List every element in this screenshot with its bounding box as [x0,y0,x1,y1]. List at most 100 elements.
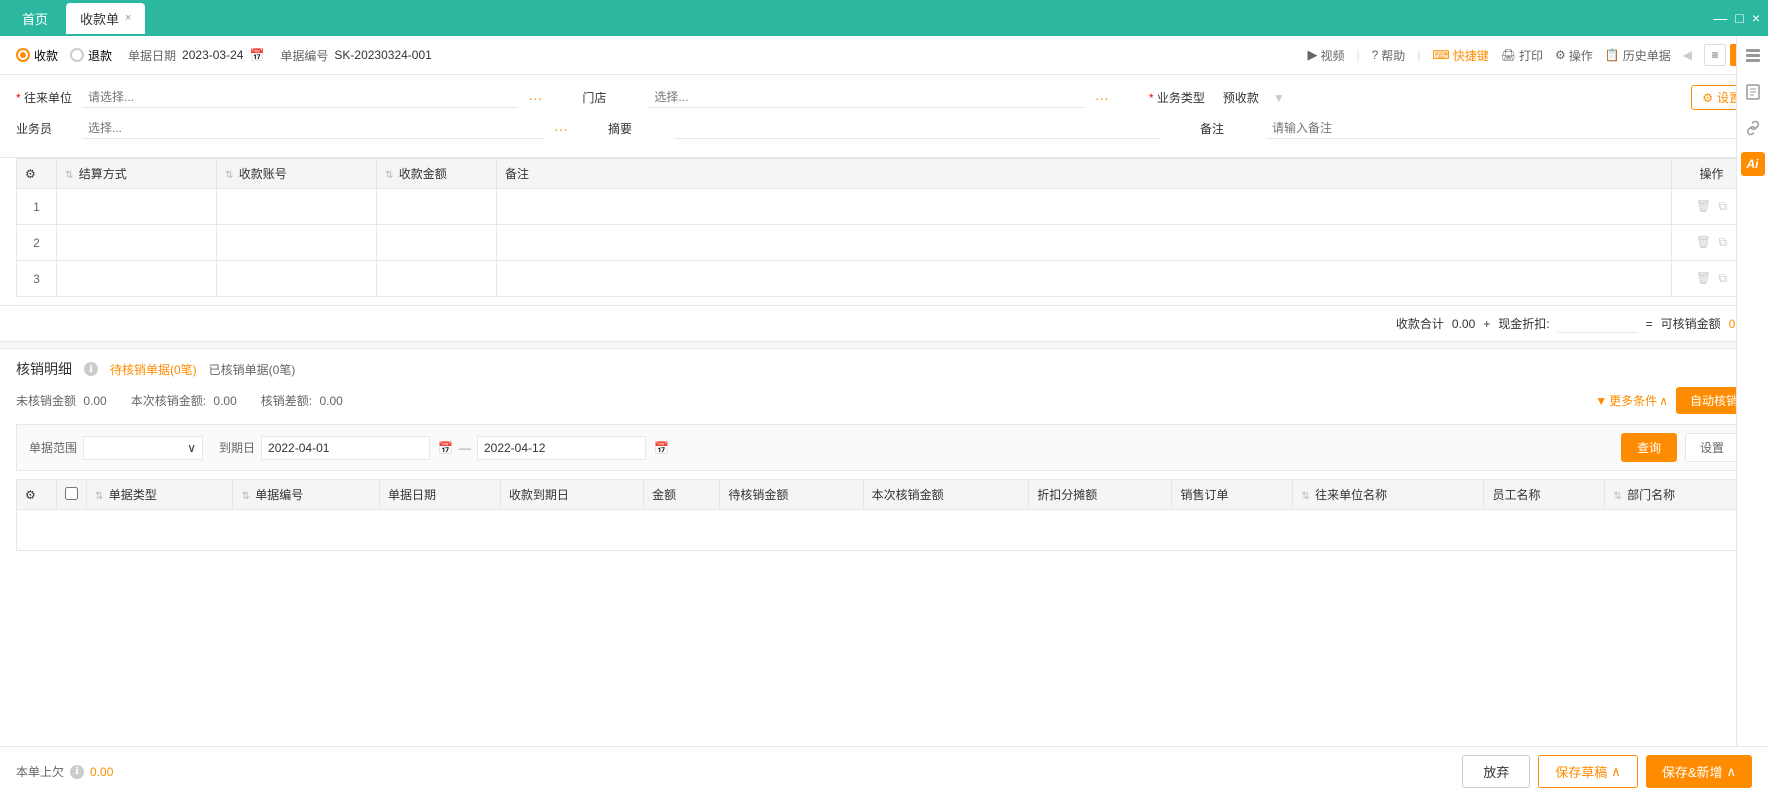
tab-active[interactable]: 收款单 × [66,3,145,34]
save-new-label: 保存&新增 [1662,762,1723,781]
minimize-btn[interactable]: — [1713,10,1727,26]
bth-partner-label: 往来单位名称 [1315,488,1387,502]
tab-home[interactable]: 首页 [8,3,62,34]
history-btn[interactable]: 📋 历史单据 [1605,47,1671,64]
cal-to-icon[interactable]: 📅 [654,441,669,455]
bottom-gear-icon[interactable]: ⚙ [25,488,36,502]
section-divider [0,341,1768,349]
bottom-table-empty-row [17,510,1752,551]
reconcile-title: 核销明细 [16,359,72,379]
staff-field: 业务员 ··· [16,118,568,139]
calendar-icon[interactable]: 📅 [249,48,264,62]
partner-more-icon[interactable]: ··· [528,90,542,106]
row-2-remark[interactable] [497,225,1672,261]
remark-input[interactable] [1266,118,1752,139]
row-3-settle[interactable] [57,261,217,297]
th-action-label: 操作 [1699,167,1723,181]
bth-current: 本次核销金额 [863,480,1029,510]
row-2-amount[interactable] [377,225,497,261]
row-3-remark[interactable] [497,261,1672,297]
query-button[interactable]: 查询 [1621,433,1677,462]
restore-btn[interactable]: □ [1735,10,1743,26]
store-input[interactable] [648,87,1084,108]
form-row-2: 业务员 ··· 摘要 备注 [16,118,1752,139]
nav-prev-icon[interactable]: ◀ [1683,48,1692,62]
shortcut-btn[interactable]: ⌨ 快捷键 [1432,47,1488,64]
date-value: 2023-03-24 [182,48,243,62]
partner-field: 往来单位 ··· [16,87,542,108]
equals-sign: = [1646,317,1653,331]
diff-stat: 核销差额: 0.00 [261,392,347,409]
row-2-delete-icon[interactable]: 🗑 [1696,235,1711,249]
row-2-settle[interactable] [57,225,217,261]
history-icon: 📋 [1605,48,1620,62]
store-more-icon[interactable]: ··· [1095,90,1109,106]
radio-collect[interactable]: 收款 [16,47,58,64]
more-conditions-btn[interactable]: ▼ 更多条件 ∧ [1595,392,1668,409]
business-type-field: 业务类型 预收款 ▼ [1149,89,1675,106]
bth-number-label: 单据编号 [255,488,303,502]
staff-more-icon[interactable]: ··· [554,121,568,137]
th-remark-label: 备注 [505,167,529,181]
tab-bar-left: 首页 收款单 × [8,3,145,34]
help-btn[interactable]: ? 帮助 [1372,47,1406,64]
summary-input[interactable] [674,118,1160,139]
row-2-account[interactable] [217,225,377,261]
sidebar-icon-ai[interactable]: Ai [1741,152,1765,176]
row-2-copy-icon[interactable]: ⧉ [1719,235,1728,249]
business-type-dropdown-icon[interactable]: ▼ [1273,91,1285,105]
save-new-button[interactable]: 保存&新增 ∧ [1646,755,1752,788]
partner-input[interactable] [82,87,518,108]
row-3-delete-icon[interactable]: 🗑 [1696,271,1711,285]
draft-button[interactable]: 保存草稿 ∧ [1538,755,1638,788]
main-content: 收款 退款 单据日期 2023-03-24 📅 单据编号 SK-20230324… [0,36,1768,796]
due-date-from-input[interactable] [261,436,430,460]
radio-collect-label: 收款 [34,47,58,64]
row-1-settle[interactable] [57,189,217,225]
data-table: ⚙ ⇅ 结算方式 ⇅ 收款账号 ⇅ 收款金额 备注 [16,158,1752,297]
sidebar-icon-table[interactable] [1741,44,1765,68]
row-1-remark[interactable] [497,189,1672,225]
abandon-button[interactable]: 放弃 [1462,755,1530,788]
account-sort-icon: ⇅ [225,170,233,181]
row-3-account[interactable] [217,261,377,297]
row-3-copy-icon[interactable]: ⧉ [1719,271,1728,285]
row-3-amount[interactable] [377,261,497,297]
diff-value: 0.00 [319,394,342,408]
filter-buttons: 查询 设置 [1621,433,1739,462]
footer: 本单上欠 ℹ 0.00 放弃 保存草稿 ∧ 保存&新增 ∧ [0,746,1768,796]
operation-btn[interactable]: ⚙ 操作 [1555,47,1593,64]
range-filter-select[interactable]: ∨ [83,436,203,460]
tab-close-icon[interactable]: × [125,12,131,24]
bth-date: 单据日期 [379,480,500,510]
staff-input[interactable] [82,118,544,139]
row-1-copy-icon[interactable]: ⧉ [1719,199,1728,213]
date-label: 单据日期 [128,47,176,64]
th-account: ⇅ 收款账号 [217,159,377,189]
video-btn[interactable]: ▶ 视频 [1307,47,1344,64]
discount-input[interactable] [1558,314,1638,333]
row-1-amount[interactable] [377,189,497,225]
summary-field: 摘要 [608,118,1160,139]
filter-settings-button[interactable]: 设置 [1685,433,1739,462]
sidebar-icon-invoice[interactable] [1741,80,1765,104]
select-all-checkbox[interactable] [65,487,78,500]
pending-tab[interactable]: 待核销单据(0笔) [110,361,197,378]
more-conditions-label: 更多条件 [1609,392,1657,409]
print-btn[interactable]: 🖨 打印 [1501,47,1543,64]
due-date-to-input[interactable] [477,436,646,460]
radio-refund[interactable]: 退款 [70,47,112,64]
table-gear-icon[interactable]: ⚙ [25,167,36,181]
summary-label: 摘要 [608,120,668,137]
sidebar-icon-link[interactable] [1741,116,1765,140]
footer-info-icon[interactable]: ℹ [70,765,84,779]
close-btn[interactable]: × [1752,10,1760,26]
view-list-icon[interactable]: ≡ [1704,44,1726,66]
row-1-account[interactable] [217,189,377,225]
done-tab[interactable]: 已核销单据(0笔) [209,361,296,378]
range-filter-field: 单据范围 ∨ [29,436,203,460]
filter-row: 单据范围 ∨ 到期日 📅 — 📅 查询 设置 [16,424,1752,471]
row-1-delete-icon[interactable]: 🗑 [1696,199,1711,213]
reconcile-info-icon[interactable]: ℹ [84,362,98,376]
cal-from-icon[interactable]: 📅 [438,441,453,455]
